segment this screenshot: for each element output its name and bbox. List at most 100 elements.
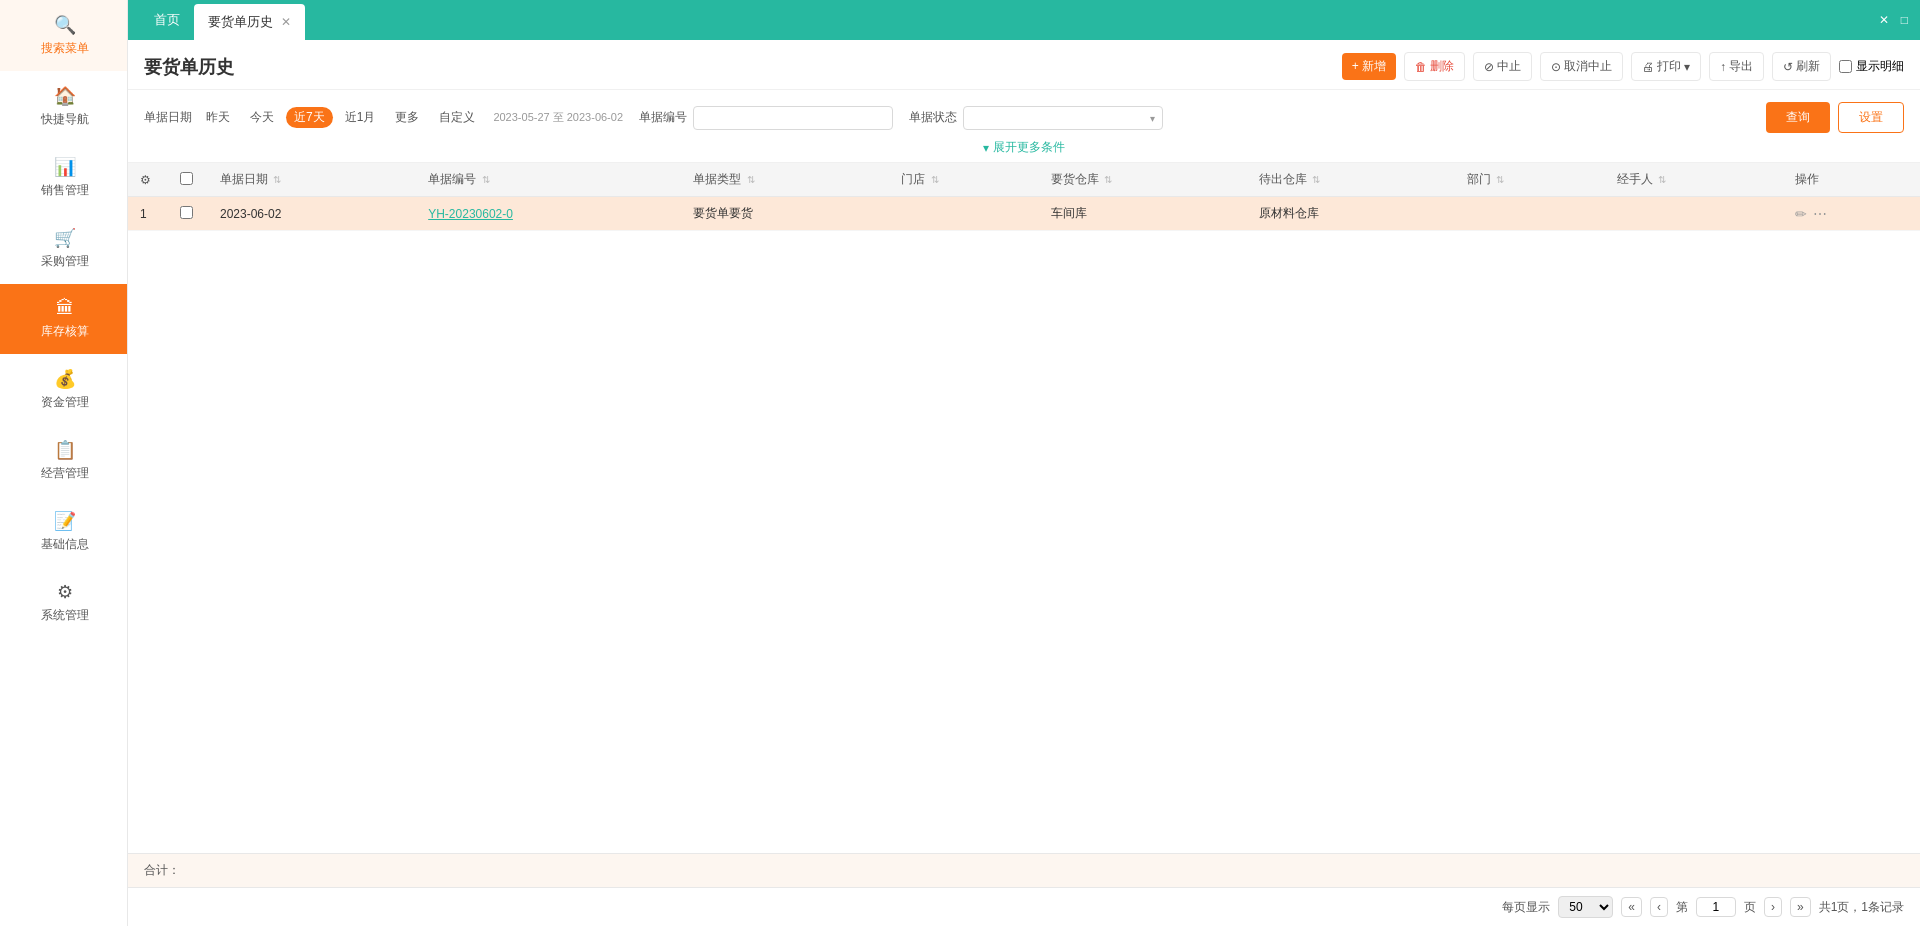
sort-doctype-icon: ⇅ bbox=[747, 174, 755, 185]
expand-icon: ▾ bbox=[983, 141, 989, 155]
tab-home[interactable]: 首页 bbox=[140, 0, 194, 40]
sidebar-item-purchase[interactable]: 🛒 采购管理 bbox=[0, 213, 127, 284]
operation-icon: 📋 bbox=[54, 439, 76, 461]
pagination: 每页显示 50 100 « ‹ 第 页 › » 共1页，1条记录 bbox=[128, 887, 1920, 926]
sidebar-item-operation[interactable]: 📋 经营管理 bbox=[0, 425, 127, 496]
cell-action: ✏ ⋯ bbox=[1783, 197, 1920, 231]
next-page-button[interactable]: › bbox=[1764, 897, 1782, 917]
export-icon: ↑ bbox=[1720, 60, 1726, 74]
table-row: 1 2023-06-02 YH-20230602-0 要货单要货 车间库 原材料… bbox=[128, 197, 1920, 231]
col-pending-warehouse[interactable]: 待出仓库 ⇅ bbox=[1247, 163, 1455, 197]
last-page-button[interactable]: » bbox=[1790, 897, 1811, 917]
doc-status-filter-group: 单据状态 bbox=[909, 106, 1163, 130]
sidebar-item-basicinfo[interactable]: 📝 基础信息 bbox=[0, 496, 127, 567]
first-page-button[interactable]: « bbox=[1621, 897, 1642, 917]
page-size-select[interactable]: 50 100 bbox=[1558, 896, 1613, 918]
date-btn-7days[interactable]: 近7天 bbox=[286, 107, 333, 128]
date-filter-group: 单据日期 昨天 今天 近7天 近1月 更多 自定义 2023-05-27 至 2… bbox=[144, 107, 623, 128]
more-icon[interactable]: ⋯ bbox=[1813, 206, 1827, 222]
sidebar-item-system[interactable]: ⚙ 系统管理 bbox=[0, 567, 127, 638]
sidebar-item-label: 库存核算 bbox=[41, 323, 89, 340]
col-store[interactable]: 门店 ⇅ bbox=[889, 163, 1039, 197]
date-btn-yesterday[interactable]: 昨天 bbox=[198, 107, 238, 128]
inventory-icon: 🏛 bbox=[56, 298, 74, 319]
sort-docno-icon: ⇅ bbox=[482, 174, 490, 185]
select-all-checkbox[interactable] bbox=[180, 172, 193, 185]
table-footer: 合计： bbox=[128, 853, 1920, 887]
total-info: 共1页，1条记录 bbox=[1819, 899, 1904, 916]
col-settings[interactable]: ⚙ bbox=[128, 163, 168, 197]
date-btn-today[interactable]: 今天 bbox=[242, 107, 282, 128]
doc-status-label: 单据状态 bbox=[909, 109, 957, 126]
expand-more-button[interactable]: ▾ 展开更多条件 bbox=[144, 139, 1904, 156]
doc-no-link[interactable]: YH-20230602-0 bbox=[428, 207, 513, 221]
col-doc-no[interactable]: 单据编号 ⇅ bbox=[416, 163, 681, 197]
stop-icon: ⊘ bbox=[1484, 60, 1494, 74]
window-minimize-button[interactable]: □ bbox=[1901, 13, 1908, 27]
row-checkbox[interactable] bbox=[180, 206, 193, 219]
print-button[interactable]: 🖨 打印 ▾ bbox=[1631, 52, 1701, 81]
query-button[interactable]: 查询 bbox=[1766, 102, 1830, 133]
doc-no-filter-group: 单据编号 bbox=[639, 106, 893, 130]
print-dropdown-icon: ▾ bbox=[1684, 60, 1690, 74]
date-btn-1month[interactable]: 近1月 bbox=[337, 107, 384, 128]
cell-pending-warehouse: 原材料仓库 bbox=[1247, 197, 1455, 231]
tab-close-button[interactable]: ✕ bbox=[281, 15, 291, 29]
page-header: 要货单历史 + 新增 🗑 删除 ⊘ 中止 ⊙ 取消中止 🖨 打印 bbox=[128, 40, 1920, 90]
stop-button[interactable]: ⊘ 中止 bbox=[1473, 52, 1532, 81]
sort-pendwh-icon: ⇅ bbox=[1312, 174, 1320, 185]
main-wrapper: 首页 要货单历史 ✕ ✕ □ 要货单历史 + 新增 🗑 删除 ⊘ 中止 bbox=[128, 0, 1920, 926]
col-handler[interactable]: 经手人 ⇅ bbox=[1605, 163, 1784, 197]
cancel-stop-button[interactable]: ⊙ 取消中止 bbox=[1540, 52, 1623, 81]
page-content: 要货单历史 + 新增 🗑 删除 ⊘ 中止 ⊙ 取消中止 🖨 打印 bbox=[128, 40, 1920, 926]
show-detail-toggle[interactable]: 显示明细 bbox=[1839, 58, 1904, 75]
sidebar-item-finance[interactable]: 💰 资金管理 bbox=[0, 354, 127, 425]
cell-checkbox bbox=[168, 197, 208, 231]
date-btn-custom[interactable]: 自定义 bbox=[431, 107, 483, 128]
search-menu-icon: 🔍 bbox=[54, 14, 76, 36]
sidebar: 🔍 搜索菜单 🏠 快捷导航 📊 销售管理 🛒 采购管理 🏛 库存核算 💰 资金管… bbox=[0, 0, 128, 926]
action-icons: ✏ ⋯ bbox=[1795, 206, 1908, 222]
col-action: 操作 bbox=[1783, 163, 1920, 197]
col-checkbox bbox=[168, 163, 208, 197]
sidebar-item-search[interactable]: 🔍 搜索菜单 bbox=[0, 0, 127, 71]
settings-button[interactable]: 设置 bbox=[1838, 102, 1904, 133]
export-button[interactable]: ↑ 导出 bbox=[1709, 52, 1764, 81]
sidebar-item-quicknav[interactable]: 🏠 快捷导航 bbox=[0, 71, 127, 142]
page-number-input[interactable] bbox=[1696, 897, 1736, 917]
sidebar-item-inventory[interactable]: 🏛 库存核算 bbox=[0, 284, 127, 354]
cell-handler bbox=[1605, 197, 1784, 231]
home-icon: 🏠 bbox=[54, 85, 76, 107]
date-btn-more[interactable]: 更多 bbox=[387, 107, 427, 128]
delete-button[interactable]: 🗑 删除 bbox=[1404, 52, 1465, 81]
col-date[interactable]: 单据日期 ⇅ bbox=[208, 163, 416, 197]
col-department[interactable]: 部门 ⇅ bbox=[1455, 163, 1605, 197]
prev-page-button[interactable]: ‹ bbox=[1650, 897, 1668, 917]
page-title: 要货单历史 bbox=[144, 55, 234, 79]
purchase-icon: 🛒 bbox=[54, 227, 76, 249]
col-req-warehouse[interactable]: 要货仓库 ⇅ bbox=[1039, 163, 1247, 197]
refresh-button[interactable]: ↺ 刷新 bbox=[1772, 52, 1831, 81]
cell-doc-type: 要货单要货 bbox=[681, 197, 889, 231]
sales-icon: 📊 bbox=[54, 156, 76, 178]
col-doc-type[interactable]: 单据类型 ⇅ bbox=[681, 163, 889, 197]
window-close-button[interactable]: ✕ bbox=[1879, 13, 1889, 27]
sort-store-icon: ⇅ bbox=[931, 174, 939, 185]
doc-no-input[interactable] bbox=[693, 106, 893, 130]
doc-status-select[interactable] bbox=[963, 106, 1163, 130]
sidebar-item-sales[interactable]: 📊 销售管理 bbox=[0, 142, 127, 213]
sort-reqwh-icon: ⇅ bbox=[1104, 174, 1112, 185]
sidebar-item-label: 系统管理 bbox=[41, 607, 89, 624]
table-wrapper: ⚙ 单据日期 ⇅ 单据编号 ⇅ 单据类型 bbox=[128, 163, 1920, 853]
finance-icon: 💰 bbox=[54, 368, 76, 390]
edit-icon[interactable]: ✏ bbox=[1795, 206, 1807, 222]
doc-status-select-wrapper bbox=[963, 106, 1163, 130]
sort-handler-icon: ⇅ bbox=[1658, 174, 1666, 185]
sort-dept-icon: ⇅ bbox=[1496, 174, 1504, 185]
add-button[interactable]: + 新增 bbox=[1342, 53, 1396, 80]
tab-requisition-history[interactable]: 要货单历史 ✕ bbox=[194, 4, 305, 40]
show-detail-checkbox[interactable] bbox=[1839, 60, 1852, 73]
sidebar-item-label: 经营管理 bbox=[41, 465, 89, 482]
date-label: 单据日期 bbox=[144, 109, 192, 126]
action-buttons: 查询 设置 bbox=[1766, 102, 1904, 133]
